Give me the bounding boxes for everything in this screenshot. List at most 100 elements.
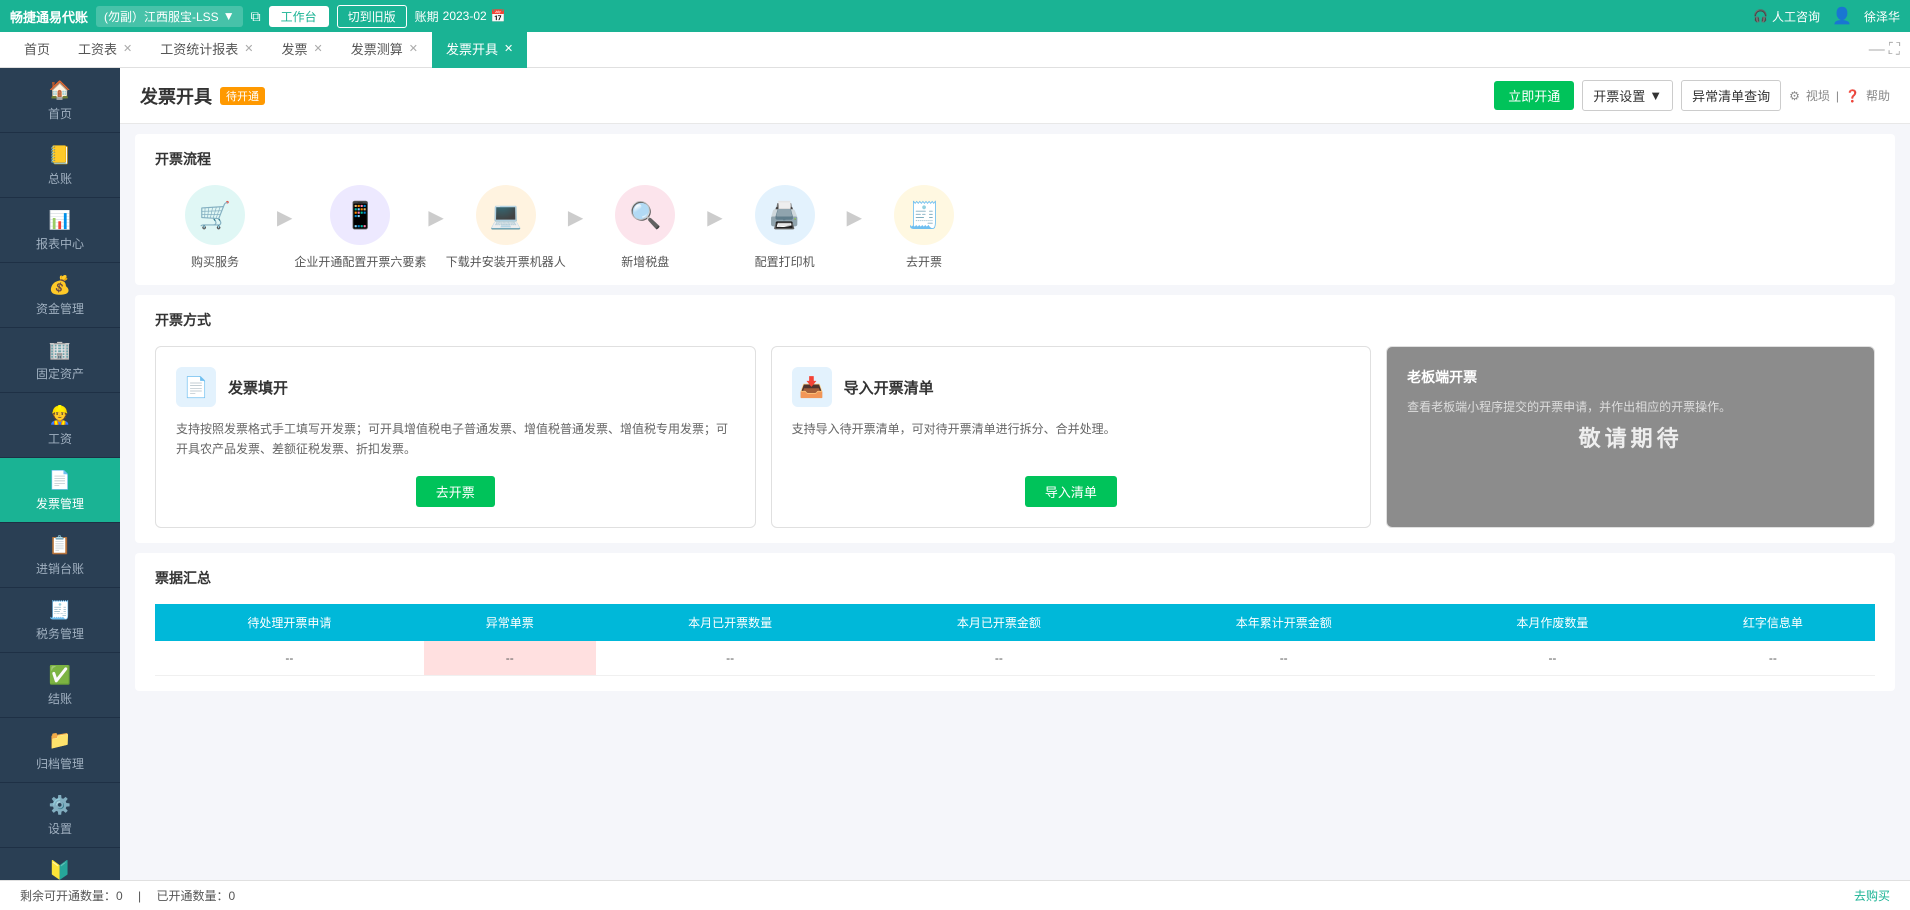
- col-month-amount: 本月已开票金额: [864, 604, 1133, 641]
- bottom-stats: 剩余可开通数量：0 | 已开通数量：0: [20, 887, 235, 904]
- step4-icon: 🔍: [615, 185, 675, 245]
- sidebar-item-salary-label: 工资: [48, 430, 72, 447]
- open-now-button[interactable]: 立即开通: [1494, 81, 1574, 110]
- sidebar-item-guide[interactable]: 🔰 新手引导: [0, 848, 120, 880]
- sidebar-item-salary[interactable]: 👷 工资: [0, 393, 120, 458]
- settings-icon: ⚙️: [49, 795, 71, 816]
- sidebar-item-reports[interactable]: 📊 报表中心: [0, 198, 120, 263]
- company-selector[interactable]: (勿副）江西服宝-LSS ▼: [96, 6, 243, 27]
- fill-invoice-desc: 支持按照发票格式手工填写开发票；可开具增值税电子普通发票、增值税普通发票、增值税…: [176, 419, 735, 460]
- tab-invoice-close[interactable]: ✕: [314, 42, 323, 55]
- cell-pending: --: [155, 641, 424, 676]
- view-label: 视埙: [1806, 87, 1830, 104]
- page-title: 发票开具: [140, 83, 212, 109]
- fill-invoice-icon: 📄: [176, 367, 216, 407]
- col-red-info: 红字信息单: [1671, 604, 1875, 641]
- maximize-icon[interactable]: ⛶: [1889, 41, 1900, 59]
- import-invoice-button[interactable]: 导入清单: [1025, 476, 1117, 507]
- sidebar-item-settle[interactable]: ✅ 结账: [0, 653, 120, 718]
- sidebar-item-home[interactable]: 🏠 首页: [0, 68, 120, 133]
- tab-salary-report-close[interactable]: ✕: [244, 42, 253, 55]
- window-controls: — ⛶: [1869, 41, 1900, 59]
- col-month-count: 本月已开票数量: [596, 604, 865, 641]
- sidebar-item-invoice[interactable]: 📄 发票管理: [0, 458, 120, 523]
- username[interactable]: 徐泽华: [1864, 8, 1900, 25]
- step4-label: 新增税盘: [621, 253, 669, 270]
- tab-invoice-open-close[interactable]: ✕: [504, 42, 513, 55]
- app-logo: 畅捷通易代账: [10, 7, 88, 26]
- methods-title: 开票方式: [155, 310, 1875, 330]
- guide-icon: 🔰: [49, 860, 71, 880]
- tab-invoice-open[interactable]: 发票开具 ✕: [432, 32, 527, 68]
- topbar: 畅捷通易代账 (勿副）江西服宝-LSS ▼ ⧉ 工作台 切到旧版 账期 2023…: [0, 0, 1910, 32]
- company-name: (勿副）江西服宝-LSS: [104, 8, 219, 25]
- sidebar-item-funds[interactable]: 💰 资金管理: [0, 263, 120, 328]
- bottom-bar: 剩余可开通数量：0 | 已开通数量：0 去购买: [0, 880, 1910, 910]
- sidebar-item-archive[interactable]: 📁 归档管理: [0, 718, 120, 783]
- tab-invoice[interactable]: 发票 ✕: [267, 32, 336, 68]
- import-invoice-desc: 支持导入待开票清单，可对待开票清单进行拆分、合并处理。: [792, 419, 1351, 460]
- col-pending: 待处理开票申请: [155, 604, 424, 641]
- page-title-area: 发票开具 待开通: [140, 83, 265, 109]
- sidebar-item-assets-label: 固定资产: [36, 365, 84, 382]
- page-header: 发票开具 待开通 立即开通 开票设置 ▼ 异常清单查询 ⚙ 视埙 | ❓ 帮助: [120, 68, 1910, 124]
- tab-salary-close[interactable]: ✕: [123, 42, 132, 55]
- tab-salary-label: 工资表: [78, 39, 117, 58]
- tab-invoice-label: 发票: [281, 39, 307, 58]
- buy-link[interactable]: 去购买: [1854, 887, 1890, 904]
- ledger-icon: 📒: [49, 145, 71, 166]
- workspace-button[interactable]: 工作台: [269, 6, 329, 27]
- sidebar-item-assets[interactable]: 🏢 固定资产: [0, 328, 120, 393]
- tab-invoice-calc-close[interactable]: ✕: [409, 42, 418, 55]
- sidebar-item-purchase[interactable]: 📋 进销台账: [0, 523, 120, 588]
- sidebar-item-ledger-label: 总账: [48, 170, 72, 187]
- workflow-step-2: 📱 企业开通配置开票六要素: [294, 185, 426, 270]
- import-invoice-title: 导入开票清单: [844, 377, 934, 398]
- fill-invoice-title: 发票填开: [228, 377, 288, 398]
- col-void-count: 本月作废数量: [1434, 604, 1671, 641]
- tab-home[interactable]: 首页: [10, 32, 64, 68]
- method-card-import: 📥 导入开票清单 支持导入待开票清单，可对待开票清单进行拆分、合并处理。 导入清…: [771, 346, 1372, 528]
- sidebar-item-ledger[interactable]: 📒 总账: [0, 133, 120, 198]
- arrow-1: ▶: [277, 205, 292, 250]
- import-invoice-icon: 📥: [792, 367, 832, 407]
- col-year-amount: 本年累计开票金额: [1133, 604, 1434, 641]
- chevron-down-icon: ▼: [1649, 88, 1662, 103]
- salary-icon: 👷: [49, 405, 71, 426]
- minimize-icon[interactable]: —: [1869, 41, 1885, 59]
- sidebar-item-settings[interactable]: ⚙️ 设置: [0, 783, 120, 848]
- arrow-2: ▶: [428, 205, 443, 250]
- workflow-title: 开票流程: [155, 149, 1875, 169]
- sidebar-item-home-label: 首页: [48, 105, 72, 122]
- topbar-right: 🎧 人工咨询 👤 徐泽华: [1753, 6, 1900, 26]
- opened-label: 已开通数量：0: [157, 889, 236, 903]
- workflow-section: 开票流程 🛒 购买服务 ▶ 📱 企业开通配置开票六要素 ▶ 💻 下载并安装开票机…: [135, 134, 1895, 285]
- tab-invoice-calc[interactable]: 发票测算 ✕: [337, 32, 432, 68]
- open-settings-button[interactable]: 开票设置 ▼: [1582, 80, 1673, 111]
- summary-title: 票据汇总: [155, 568, 1875, 588]
- separator: |: [1836, 89, 1839, 103]
- archive-icon: 📁: [49, 730, 71, 751]
- support-button[interactable]: 🎧 人工咨询: [1753, 8, 1820, 25]
- sidebar: 🏠 首页 📒 总账 📊 报表中心 💰 资金管理 🏢 固定资产 👷 工资 📄 发票…: [0, 68, 120, 880]
- assets-icon: 🏢: [49, 340, 71, 361]
- abnormal-query-button[interactable]: 异常清单查询: [1681, 80, 1781, 111]
- tab-salary[interactable]: 工资表 ✕: [64, 32, 146, 68]
- header-right-icons: ⚙ 视埙 | ❓ 帮助: [1789, 87, 1890, 104]
- calendar-icon[interactable]: 📅: [491, 9, 506, 23]
- sidebar-item-tax[interactable]: 🧾 税务管理: [0, 588, 120, 653]
- tab-invoice-open-label: 发票开具: [446, 39, 498, 58]
- workflow-step-3: 💻 下载并安装开票机器人: [446, 185, 566, 270]
- user-avatar: 👤: [1832, 6, 1852, 26]
- workflow-step-5: 🖨️ 配置打印机: [725, 185, 845, 270]
- sidebar-item-reports-label: 报表中心: [36, 235, 84, 252]
- settings-small-icon[interactable]: ⚙: [1789, 89, 1800, 103]
- go-invoice-button[interactable]: 去开票: [416, 476, 495, 507]
- tab-salary-report[interactable]: 工资统计报表 ✕: [146, 32, 267, 68]
- old-version-button[interactable]: 切到旧版: [337, 5, 407, 28]
- step5-label: 配置打印机: [755, 253, 815, 270]
- topbar-left: 畅捷通易代账 (勿副）江西服宝-LSS ▼ ⧉ 工作台 切到旧版 账期 2023…: [10, 5, 506, 28]
- step3-icon: 💻: [476, 185, 536, 245]
- help-icon[interactable]: ❓: [1845, 89, 1860, 103]
- summary-data-row: -- -- -- -- -- -- --: [155, 641, 1875, 676]
